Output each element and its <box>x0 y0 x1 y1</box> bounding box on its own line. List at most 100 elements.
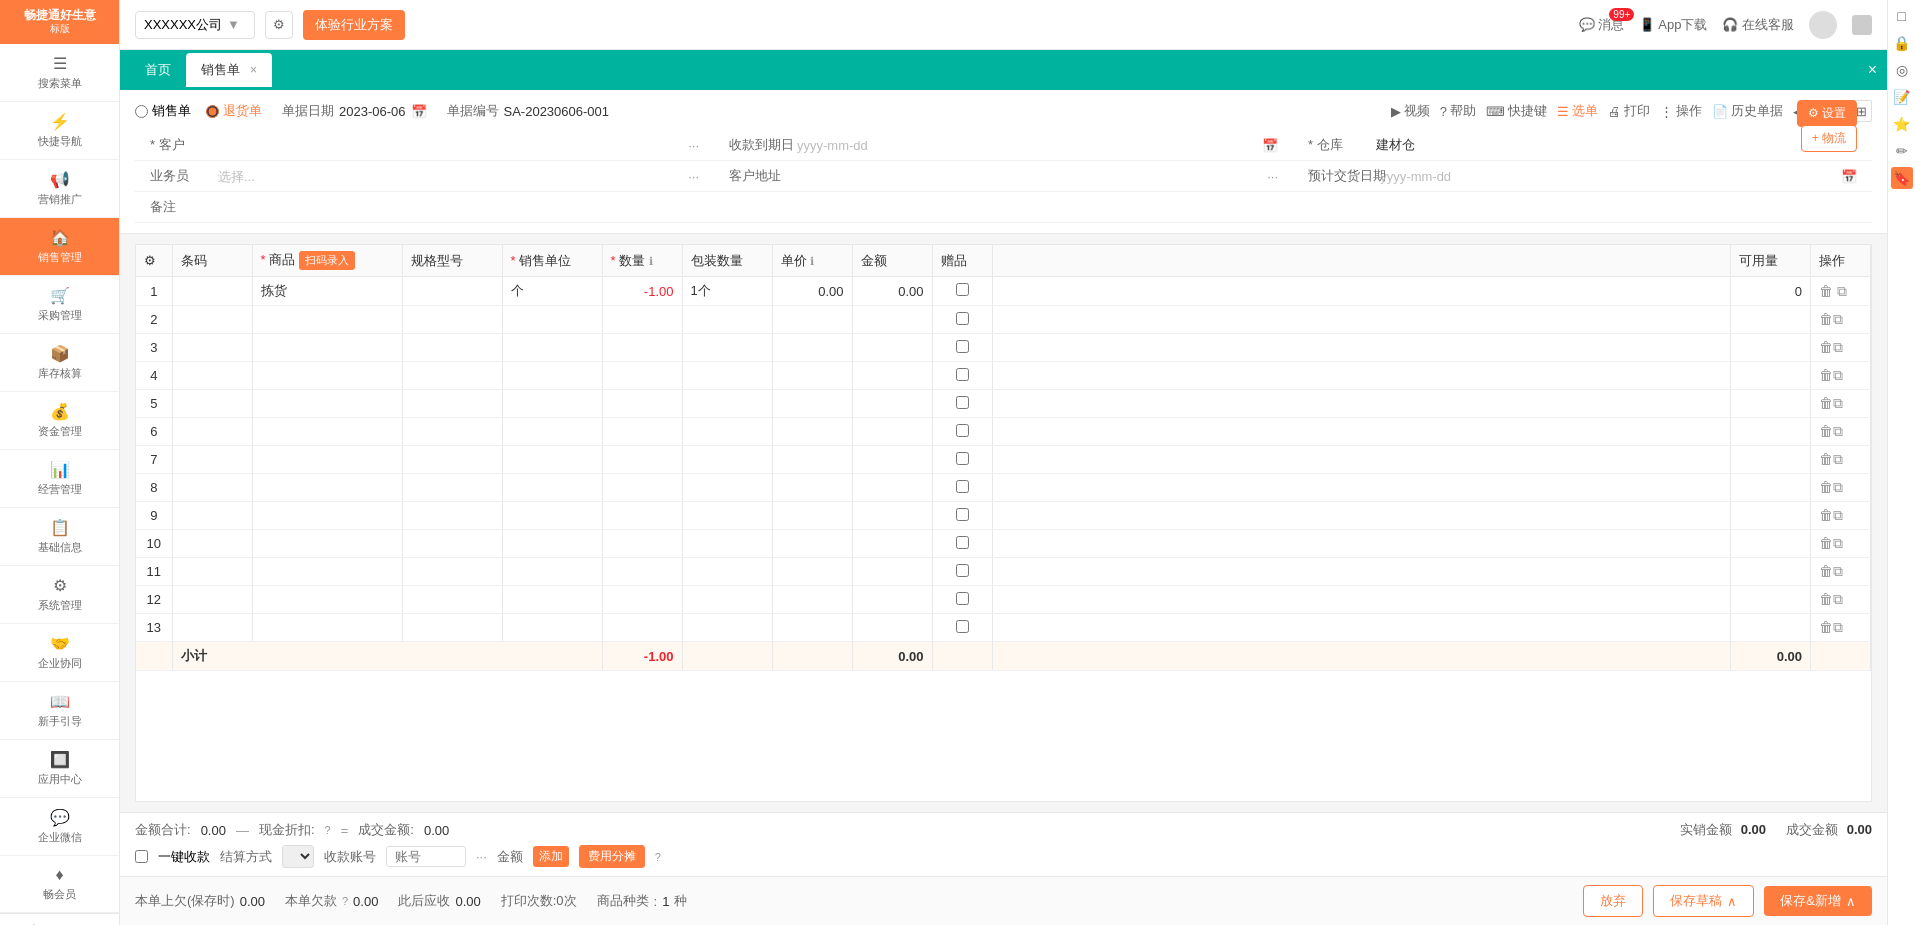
right-tool-target[interactable]: ◎ <box>1891 59 1913 81</box>
row-barcode[interactable] <box>172 277 252 306</box>
sidebar-item-basic[interactable]: 📋 基础信息 <box>0 508 119 566</box>
right-tool-edit[interactable]: ✏ <box>1891 140 1913 162</box>
tab-sales[interactable]: 销售单 × <box>186 53 272 87</box>
delete-row-button[interactable]: 🗑 <box>1819 283 1833 299</box>
sidebar-item-inventory[interactable]: 📦 库存核算 <box>0 334 119 392</box>
help-button[interactable]: ? 帮助 <box>1440 102 1476 120</box>
expense-help-icon[interactable]: ? <box>655 851 661 863</box>
address-dots-button[interactable]: ··· <box>1267 169 1278 184</box>
delete-row-button[interactable]: 🗑 <box>1819 339 1833 355</box>
copy-row-button[interactable]: ⧉ <box>1833 423 1843 440</box>
expected-date-calendar-icon[interactable]: 📅 <box>1841 169 1857 184</box>
customer-address-input[interactable] <box>797 169 1259 184</box>
sidebar-item-quick-nav[interactable]: ⚡ 快捷导航 <box>0 102 119 160</box>
delete-row-button[interactable]: 🗑 <box>1819 563 1833 579</box>
sidebar-item-wechat[interactable]: 💬 企业微信 <box>0 798 119 856</box>
row-pkg-qty[interactable]: 1个 <box>682 277 772 306</box>
customer-input[interactable] <box>218 138 680 153</box>
due-date-input[interactable] <box>797 138 1254 153</box>
right-tool-note[interactable]: 📝 <box>1891 86 1913 108</box>
settings-action-button[interactable]: ⚙ 设置 <box>1797 100 1857 127</box>
notification-button[interactable]: 💬 消息 99+ <box>1579 16 1625 34</box>
video-button[interactable]: ▶ 视频 <box>1391 102 1430 120</box>
right-tool-bookmark[interactable]: 🔖 <box>1891 167 1913 189</box>
operation-button[interactable]: ⋮ 操作 <box>1660 102 1702 120</box>
close-all-icon[interactable]: × <box>1868 61 1877 79</box>
sidebar-item-system[interactable]: ⚙ 系统管理 <box>0 566 119 624</box>
copy-row-button[interactable]: ⧉ <box>1833 563 1843 580</box>
sidebar-item-apps[interactable]: 🔲 应用中心 <box>0 740 119 798</box>
settings-button[interactable]: ⚙ <box>265 11 293 39</box>
row-unit[interactable]: 个 <box>502 277 602 306</box>
copy-row-button[interactable]: ⧉ <box>1833 591 1843 608</box>
draft-expand-icon[interactable]: ∧ <box>1727 894 1737 909</box>
col-settings[interactable]: ⚙ <box>136 245 172 277</box>
calc-method-select[interactable] <box>282 845 314 868</box>
delete-row-button[interactable]: 🗑 <box>1819 535 1833 551</box>
delete-row-button[interactable]: 🗑 <box>1819 451 1833 467</box>
row-gift[interactable] <box>932 277 992 306</box>
copy-row-button[interactable]: ⧉ <box>1833 535 1843 552</box>
sidebar-item-marketing[interactable]: 📢 营销推广 <box>0 160 119 218</box>
copy-row-button[interactable]: ⧉ <box>1837 283 1847 300</box>
delete-row-button[interactable]: 🗑 <box>1819 311 1833 327</box>
right-tool-star[interactable]: ⭐ <box>1891 113 1913 135</box>
sidebar-item-search[interactable]: ☰ 搜索菜单 <box>0 44 119 102</box>
copy-row-button[interactable]: ⧉ <box>1833 367 1843 384</box>
warehouse-value[interactable]: 建材仓 <box>1376 136 1838 154</box>
one-click-pay-checkbox[interactable] <box>135 850 148 863</box>
due-date-calendar-icon[interactable]: 📅 <box>1262 138 1278 153</box>
close-icon[interactable]: × <box>250 63 257 77</box>
print-button[interactable]: 🖨 打印 <box>1608 102 1650 120</box>
delete-row-button[interactable]: 🗑 <box>1819 507 1833 523</box>
delete-row-button[interactable]: 🗑 <box>1819 395 1833 411</box>
copy-row-button[interactable]: ⧉ <box>1833 395 1843 412</box>
app-download-button[interactable]: 📱 App下载 <box>1639 16 1707 34</box>
discard-button[interactable]: 放弃 <box>1583 885 1643 917</box>
delete-row-button[interactable]: 🗑 <box>1819 479 1833 495</box>
delete-row-button[interactable]: 🗑 <box>1819 423 1833 439</box>
sidebar-item-sales[interactable]: 🏠 销售管理 <box>0 218 119 276</box>
row-amount[interactable]: 0.00 <box>852 277 932 306</box>
row-price[interactable]: 0.00 <box>772 277 852 306</box>
scan-button[interactable]: 扫码录入 <box>299 251 355 270</box>
company-selector[interactable]: XXXXXX公司 ▼ <box>135 11 255 39</box>
sidebar-item-member[interactable]: ♦ 畅会员 <box>0 856 119 913</box>
expected-date-input[interactable] <box>1380 169 1833 184</box>
sidebar-item-purchase[interactable]: 🛒 采购管理 <box>0 276 119 334</box>
copy-row-button[interactable]: ⧉ <box>1833 479 1843 496</box>
radio-sales[interactable]: 销售单 <box>135 102 191 120</box>
sidebar-item-finance[interactable]: 💰 资金管理 <box>0 392 119 450</box>
save-expand-icon[interactable]: ∧ <box>1846 894 1856 909</box>
online-support-button[interactable]: 🎧 在线客服 <box>1722 16 1794 34</box>
copy-row-button[interactable]: ⧉ <box>1833 311 1843 328</box>
logistics-button[interactable]: + 物流 <box>1801 125 1857 152</box>
right-tool-lock[interactable]: 🔒 <box>1891 32 1913 54</box>
row-product[interactable]: 拣货 <box>252 277 402 306</box>
calendar-icon[interactable]: 📅 <box>411 104 427 119</box>
add-payment-button[interactable]: 添加 <box>533 846 569 867</box>
shortcut-button[interactable]: ⌨ 快捷键 <box>1486 102 1547 120</box>
row-spec[interactable] <box>402 277 502 306</box>
account-input[interactable] <box>386 846 466 867</box>
sidebar-item-enterprise[interactable]: 🤝 企业协同 <box>0 624 119 682</box>
row-qty[interactable]: -1.00 <box>602 277 682 306</box>
expense-split-button[interactable]: 费用分摊 <box>579 845 645 868</box>
row-notes[interactable] <box>992 277 1731 306</box>
copy-row-button[interactable]: ⧉ <box>1833 507 1843 524</box>
account-dots-button[interactable]: ··· <box>476 849 487 864</box>
trial-button[interactable]: 体验行业方案 <box>303 10 405 40</box>
select-button[interactable]: ☰ 选单 <box>1557 102 1598 120</box>
copy-row-button[interactable]: ⧉ <box>1833 451 1843 468</box>
avatar[interactable] <box>1809 11 1837 39</box>
sidebar-item-operations[interactable]: 📊 经营管理 <box>0 450 119 508</box>
delete-row-button[interactable]: 🗑 <box>1819 619 1833 635</box>
salesperson-input[interactable] <box>218 169 680 184</box>
copy-row-button[interactable]: ⧉ <box>1833 339 1843 356</box>
save-draft-button[interactable]: 保存草稿 ∧ <box>1653 885 1754 917</box>
copy-row-button[interactable]: ⧉ <box>1833 619 1843 636</box>
delete-row-button[interactable]: 🗑 <box>1819 367 1833 383</box>
customer-dots-button[interactable]: ··· <box>688 138 699 153</box>
radio-return[interactable]: 退货单 <box>206 102 262 120</box>
delete-row-button[interactable]: 🗑 <box>1819 591 1833 607</box>
